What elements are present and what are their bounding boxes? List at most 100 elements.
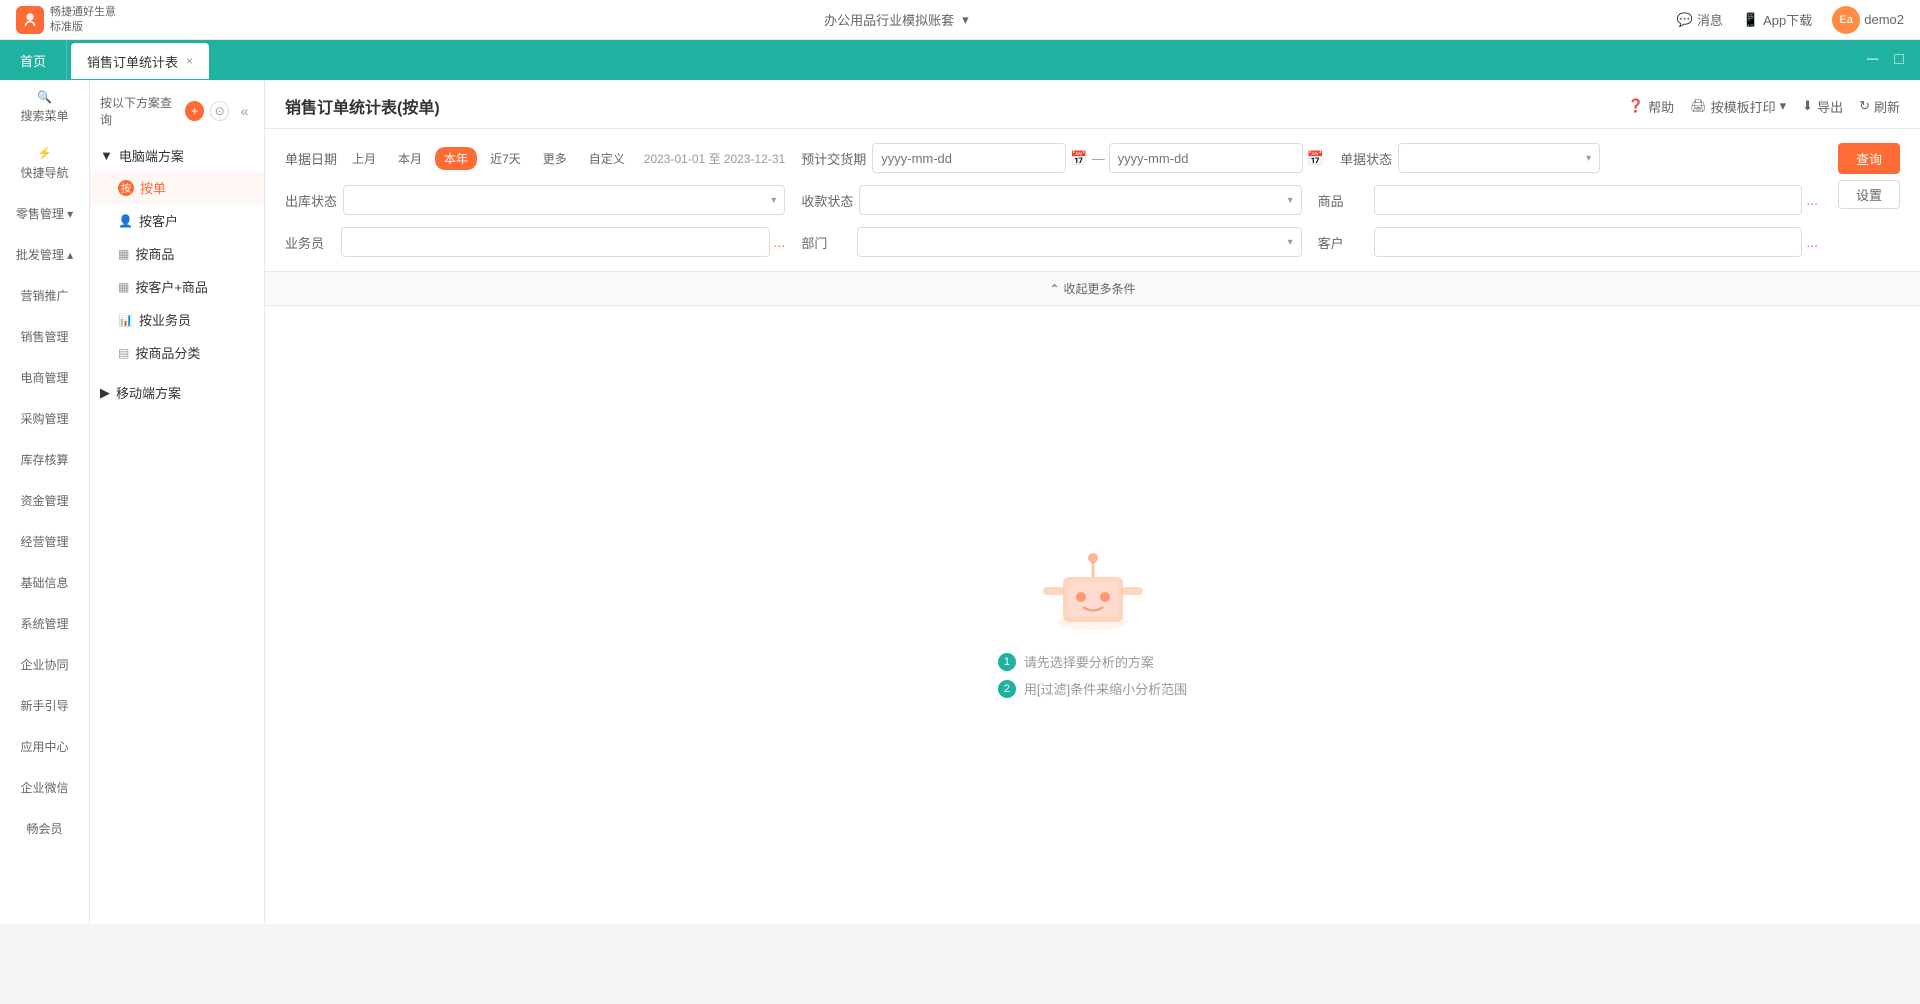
status-select[interactable]: ▾ bbox=[1398, 143, 1600, 173]
sidebar-item-inventory[interactable]: 库存核算 bbox=[0, 439, 89, 480]
filter-cell-salesman: 业务员 ... bbox=[285, 227, 785, 257]
scheme-item-by-customer-goods[interactable]: ▦ 按客户+商品 bbox=[90, 270, 264, 303]
empty-illustration bbox=[1033, 532, 1153, 632]
date-btn-custom[interactable]: 自定义 bbox=[580, 147, 634, 170]
empty-state: 1 请先选择要分析的方案 2 用[过滤]条件来缩小分析范围 bbox=[265, 306, 1920, 924]
tab-close-icon[interactable]: × bbox=[186, 54, 193, 68]
filter-cell-payment: 收款状态 ▾ bbox=[801, 185, 1301, 215]
salesman-ellipsis[interactable]: ... bbox=[774, 234, 786, 250]
scheme-item-by-customer[interactable]: 👤 按客户 bbox=[90, 204, 264, 237]
calendar-end-icon[interactable]: 📅 bbox=[1307, 150, 1324, 167]
sidebar-item-retail[interactable]: 零售管理 ▾ bbox=[0, 193, 89, 234]
date-btn-7-days[interactable]: 近7天 bbox=[481, 147, 530, 170]
search-menu[interactable]: 🔍 搜索菜单 bbox=[0, 80, 89, 134]
goods-ellipsis[interactable]: ... bbox=[1806, 192, 1818, 208]
by-customer-goods-icon: ▦ bbox=[118, 280, 129, 294]
sidebar-item-guide[interactable]: 新手引导 bbox=[0, 685, 89, 726]
topbar-left: 畅捷通好生意 标准版 bbox=[16, 5, 116, 34]
app-download-button[interactable]: 📱 App下载 bbox=[1743, 10, 1812, 29]
sidebar-item-purchase[interactable]: 采购管理 bbox=[0, 398, 89, 439]
filter-cell-goods: 商品 ... bbox=[1318, 185, 1818, 215]
main-layout: 🔍 搜索菜单 ⚡ 快捷导航 零售管理 ▾ 批发管理 ▴ 营销推广 销售管理 电商… bbox=[0, 80, 1920, 924]
payment-select[interactable]: ▾ bbox=[859, 185, 1301, 215]
empty-steps: 1 请先选择要分析的方案 2 用[过滤]条件来缩小分析范围 bbox=[998, 652, 1187, 698]
breadcrumb-arrow-icon: ▾ bbox=[962, 12, 969, 28]
search-icon: 🔍 bbox=[37, 90, 52, 104]
shipment-select-arrow-icon: ▾ bbox=[771, 195, 776, 206]
collapse-panel-button[interactable]: « bbox=[235, 101, 254, 121]
expected-date-end-input[interactable] bbox=[1109, 143, 1303, 173]
scheme-item-by-category[interactable]: ▤ 按商品分类 bbox=[90, 336, 264, 369]
shipment-select[interactable]: ▾ bbox=[343, 185, 785, 215]
dept-select-arrow-icon: ▾ bbox=[1288, 237, 1293, 248]
page-actions: ❓ 帮助 🖨 按模板打印 ▾ ⬇ 导出 ↻ bbox=[1628, 97, 1900, 116]
help-icon: ❓ bbox=[1628, 98, 1644, 114]
date-label: 单据日期 bbox=[285, 149, 337, 168]
setting-scheme-button[interactable]: ⊙ bbox=[210, 101, 229, 121]
message-icon: 💬 bbox=[1677, 12, 1693, 28]
filter-cell-expected-date: 预计交货期 📅 — 📅 bbox=[801, 143, 1324, 173]
sidebar-item-finance[interactable]: 资金管理 bbox=[0, 480, 89, 521]
sidebar-item-basic-info[interactable]: 基础信息 bbox=[0, 562, 89, 603]
customer-input[interactable] bbox=[1374, 227, 1803, 257]
tab-home[interactable]: 首页 bbox=[0, 40, 67, 80]
date-btn-more[interactable]: 更多 bbox=[534, 147, 576, 170]
right-main: 销售订单统计表(按单) ❓ 帮助 🖨 按模板打印 ▾ ⬇ bbox=[265, 80, 1920, 924]
filter-cell-shipment: 出库状态 ▾ bbox=[285, 185, 785, 215]
scheme-item-by-salesman[interactable]: 📊 按业务员 bbox=[90, 303, 264, 336]
left-panel-header: 按以下方案查询 + ⊙ « bbox=[90, 90, 264, 136]
filter-cell-date: 单据日期 上月 本月 本年 近7天 更多 自定义 bbox=[285, 147, 785, 170]
date-btn-last-month[interactable]: 上月 bbox=[343, 147, 385, 170]
sidebar-item-sales[interactable]: 销售管理 bbox=[0, 316, 89, 357]
dept-select[interactable]: ▾ bbox=[857, 227, 1301, 257]
expected-date-label: 预计交货期 bbox=[801, 149, 866, 168]
payment-select-arrow-icon: ▾ bbox=[1288, 195, 1293, 206]
salesman-label: 业务员 bbox=[285, 233, 335, 252]
topbar-breadcrumb[interactable]: 办公用品行业模拟账套 ▾ bbox=[824, 10, 969, 29]
refresh-button[interactable]: ↻ 刷新 bbox=[1859, 97, 1900, 116]
collapse-more-btn[interactable]: ⌃ 收起更多条件 bbox=[265, 272, 1920, 306]
sidebar-item-ecommerce[interactable]: 电商管理 bbox=[0, 357, 89, 398]
scheme-group-mobile-header[interactable]: ▶ 移动端方案 bbox=[90, 377, 264, 408]
scheme-group-mobile-arrow-icon: ▶ bbox=[100, 385, 110, 401]
print-button[interactable]: 🖨 按模板打印 ▾ bbox=[1690, 97, 1786, 116]
tab-sales-order-stats[interactable]: 销售订单统计表 × bbox=[71, 43, 209, 79]
salesman-input[interactable] bbox=[341, 227, 770, 257]
date-btn-this-year[interactable]: 本年 bbox=[435, 147, 477, 170]
scheme-group-pc: ▼ 电脑端方案 按 按单 👤 按客户 ▦ 按商品 bbox=[90, 136, 264, 373]
minimize-icon[interactable]: ─ bbox=[1867, 51, 1878, 69]
sidebar-item-operations[interactable]: 经营管理 bbox=[0, 521, 89, 562]
sidebar-item-enterprise[interactable]: 企业协同 bbox=[0, 644, 89, 685]
content-area: 按以下方案查询 + ⊙ « ▼ 电脑端方案 bbox=[90, 80, 1920, 924]
quick-nav-icon: ⚡ bbox=[37, 146, 52, 160]
maximize-icon[interactable]: □ bbox=[1894, 51, 1904, 69]
sidebar-item-marketing[interactable]: 营销推广 bbox=[0, 275, 89, 316]
scheme-item-by-goods[interactable]: ▦ 按商品 bbox=[90, 237, 264, 270]
goods-input[interactable] bbox=[1374, 185, 1803, 215]
collapse-arrow-icon: ⌃ bbox=[1049, 282, 1059, 296]
user-menu[interactable]: Ea demo2 bbox=[1832, 6, 1904, 34]
expected-date-start-input[interactable] bbox=[872, 143, 1066, 173]
scheme-item-by-order[interactable]: 按 按单 bbox=[90, 171, 264, 204]
sidebar-item-wechat[interactable]: 企业微信 bbox=[0, 767, 89, 808]
help-button[interactable]: ❓ 帮助 bbox=[1628, 97, 1674, 116]
settings-button[interactable]: 设置 bbox=[1838, 180, 1900, 209]
date-btn-this-month[interactable]: 本月 bbox=[389, 147, 431, 170]
logo-text: 畅捷通好生意 标准版 bbox=[50, 5, 116, 34]
customer-ellipsis[interactable]: ... bbox=[1806, 234, 1818, 250]
scheme-group-pc-header[interactable]: ▼ 电脑端方案 bbox=[90, 140, 264, 171]
sidebar-item-apps[interactable]: 应用中心 bbox=[0, 726, 89, 767]
topbar: 畅捷通好生意 标准版 办公用品行业模拟账套 ▾ 💬 消息 📱 App下载 Ea … bbox=[0, 0, 1920, 40]
payment-label: 收款状态 bbox=[801, 191, 853, 210]
sidebar-item-quick-nav[interactable]: ⚡ 快捷导航 bbox=[0, 134, 89, 193]
sidebar-item-membership[interactable]: 畅会员 bbox=[0, 808, 89, 849]
refresh-icon: ↻ bbox=[1859, 98, 1870, 114]
sidebar-item-wholesale[interactable]: 批发管理 ▴ bbox=[0, 234, 89, 275]
query-button[interactable]: 查询 bbox=[1838, 143, 1900, 174]
export-button[interactable]: ⬇ 导出 bbox=[1802, 97, 1843, 116]
export-icon: ⬇ bbox=[1802, 98, 1813, 114]
sidebar-item-system[interactable]: 系统管理 bbox=[0, 603, 89, 644]
message-button[interactable]: 💬 消息 bbox=[1677, 10, 1723, 29]
add-scheme-button[interactable]: + bbox=[185, 101, 204, 121]
calendar-start-icon[interactable]: 📅 bbox=[1070, 150, 1087, 167]
